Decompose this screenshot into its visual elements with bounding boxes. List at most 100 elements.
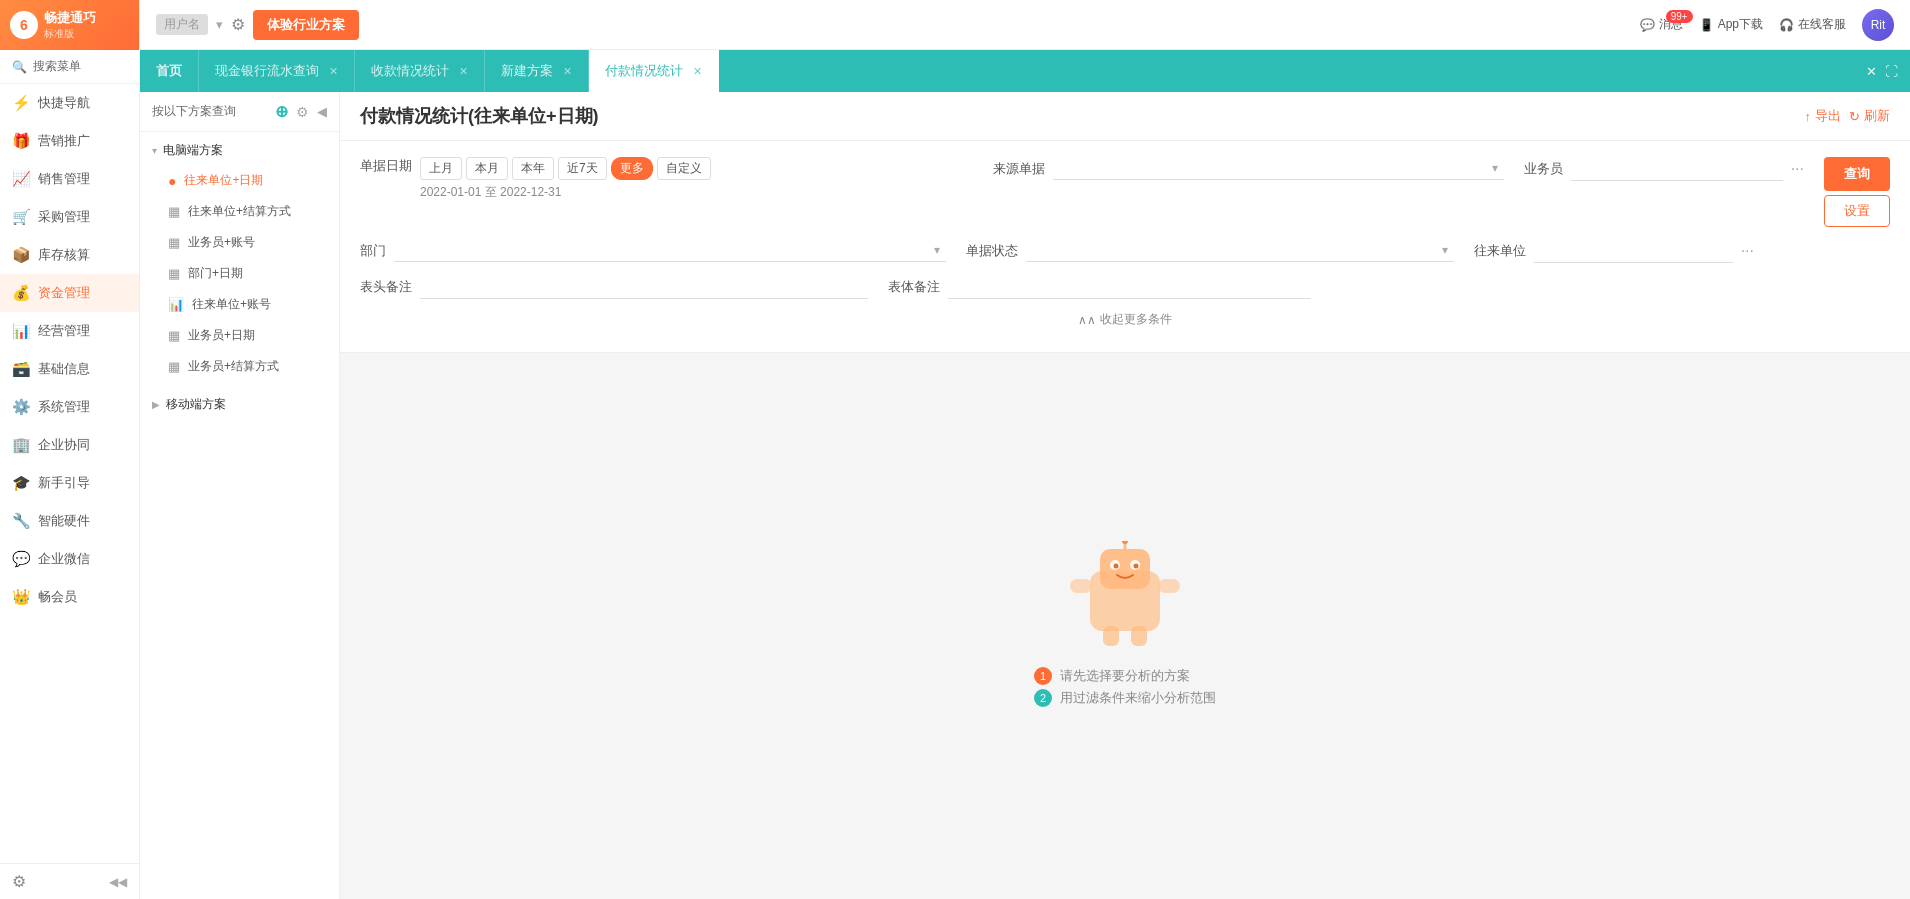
tab-payment-stats-close[interactable]: ✕ — [693, 65, 702, 78]
staff-input[interactable] — [1571, 157, 1783, 181]
tab-close-all-icon[interactable]: ✕ — [1866, 64, 1877, 79]
tab-bank-flow-close[interactable]: ✕ — [329, 65, 338, 78]
app-download-area[interactable]: 📱 App下载 — [1699, 16, 1763, 33]
topbar-dropdown-icon[interactable]: ▾ — [216, 17, 223, 32]
tab-payment-stats-label: 付款情况统计 — [605, 62, 683, 80]
guide-icon: 🎓 — [12, 474, 30, 492]
schema-item-staff-account[interactable]: ▦ 业务员+账号 — [140, 227, 339, 258]
schema-item-unit-account[interactable]: 📊 往来单位+账号 — [140, 289, 339, 320]
left-panel-title: 按以下方案查询 — [152, 103, 236, 120]
refresh-btn[interactable]: ↻ 刷新 — [1849, 107, 1890, 125]
sidebar-item-label: 企业协同 — [38, 436, 90, 454]
tab-receipt-stats-close[interactable]: ✕ — [459, 65, 468, 78]
header-note-input[interactable] — [420, 275, 868, 299]
schema-item-label: 部门+日期 — [188, 265, 243, 282]
schema-settings-icon[interactable]: ⚙ — [296, 104, 309, 120]
trial-btn[interactable]: 体验行业方案 — [253, 10, 359, 40]
tab-expand-icon[interactable]: ⛶ — [1885, 64, 1898, 79]
schema-item-staff-settle[interactable]: ▦ 业务员+结算方式 — [140, 351, 339, 382]
wechat-icon: 💬 — [12, 550, 30, 568]
quick-nav-icon: ⚡ — [12, 94, 30, 112]
sidebar-item-label: 库存核算 — [38, 246, 90, 264]
date-options: 上月 本月 本年 近7天 更多 自定义 2022-01-01 至 2022-12… — [420, 157, 711, 201]
tab-new-schema-close[interactable]: ✕ — [563, 65, 572, 78]
search-menu[interactable]: 🔍 搜索菜单 — [0, 50, 139, 84]
sidebar-item-hardware[interactable]: 🔧 智能硬件 — [0, 502, 139, 540]
topbar-gear-icon[interactable]: ⚙ — [231, 15, 245, 34]
sidebar-item-basic[interactable]: 🗃️ 基础信息 — [0, 350, 139, 388]
messages-area[interactable]: 💬 消息 99+ — [1640, 16, 1683, 33]
dept-select[interactable]: ▾ — [394, 239, 946, 262]
sidebar-item-quick-nav[interactable]: ⚡ 快捷导航 — [0, 84, 139, 122]
sidebar-item-system[interactable]: ⚙️ 系统管理 — [0, 388, 139, 426]
tab-new-schema-label: 新建方案 — [501, 62, 553, 80]
tab-payment-stats[interactable]: 付款情况统计 ✕ — [589, 50, 719, 92]
staff-dots-btn[interactable]: ··· — [1791, 160, 1804, 178]
panel-collapse-icon[interactable]: ◀ — [317, 104, 327, 119]
source-label: 来源单据 — [993, 160, 1045, 178]
body-note-input[interactable] — [948, 275, 1311, 299]
sidebar-item-label: 新手引导 — [38, 474, 90, 492]
sidebar-item-member[interactable]: 👑 畅会员 — [0, 578, 139, 616]
sidebar-item-sales[interactable]: 📈 销售管理 — [0, 160, 139, 198]
online-service-area[interactable]: 🎧 在线客服 — [1779, 16, 1846, 33]
app-download-icon: 📱 — [1699, 18, 1714, 32]
sidebar-item-guide[interactable]: 🎓 新手引导 — [0, 464, 139, 502]
tab-bank-flow[interactable]: 现金银行流水查询 ✕ — [199, 50, 355, 92]
settings-btn[interactable]: 设置 — [1824, 195, 1890, 227]
sidebar-nav: ⚡ 快捷导航 🎁 营销推广 📈 销售管理 🛒 采购管理 📦 库存核算 💰 资金管… — [0, 84, 139, 863]
user-area: 用户名 — [156, 14, 208, 35]
footer-settings-icon[interactable]: ⚙ — [12, 872, 26, 891]
schema-item-unit-date[interactable]: ● 往来单位+日期 — [140, 165, 339, 196]
date-btn-last-7days[interactable]: 近7天 — [558, 157, 607, 180]
counterpart-input[interactable] — [1534, 239, 1733, 263]
sidebar-item-inventory[interactable]: 📦 库存核算 — [0, 236, 139, 274]
counterpart-label: 往来单位 — [1474, 242, 1526, 260]
date-btn-last-month[interactable]: 上月 — [420, 157, 462, 180]
sidebar-item-wechat[interactable]: 💬 企业微信 — [0, 540, 139, 578]
sidebar-item-enterprise[interactable]: 🏢 企业协同 — [0, 426, 139, 464]
export-icon: ↑ — [1805, 109, 1812, 124]
sidebar-item-purchase[interactable]: 🛒 采购管理 — [0, 198, 139, 236]
hint-item-1: 1 请先选择要分析的方案 — [1034, 667, 1216, 685]
docstatus-select[interactable]: ▾ — [1026, 239, 1454, 262]
mobile-group-title[interactable]: ▶ 移动端方案 — [140, 390, 339, 419]
mobile-group-arrow: ▶ — [152, 399, 160, 410]
sidebar-item-label: 系统管理 — [38, 398, 90, 416]
date-btn-custom[interactable]: 自定义 — [657, 157, 711, 180]
footer-collapse-icon[interactable]: ◀◀ — [109, 875, 127, 889]
source-select[interactable]: ▾ — [1053, 157, 1504, 180]
collapse-more-btn[interactable]: ∧∧ 收起更多条件 — [360, 303, 1890, 336]
action-btns: 查询 设置 — [1824, 157, 1890, 227]
date-btn-this-month[interactable]: 本月 — [466, 157, 508, 180]
left-panel-actions: ⊕ ⚙ ◀ — [275, 102, 327, 121]
schema-item-label: 业务员+日期 — [188, 327, 255, 344]
source-arrow-icon: ▾ — [1492, 161, 1498, 175]
filter-row-2: 部门 ▾ 单据状态 ▾ 往来单位 — [360, 239, 1890, 263]
query-btn[interactable]: 查询 — [1824, 157, 1890, 191]
date-btn-more[interactable]: 更多 — [611, 157, 653, 180]
schema-item-staff-date[interactable]: ▦ 业务员+日期 — [140, 320, 339, 351]
date-btn-this-year[interactable]: 本年 — [512, 157, 554, 180]
app-name: 畅捷通巧 — [44, 9, 96, 27]
robot-svg — [1065, 541, 1185, 651]
sidebar-item-operation[interactable]: 📊 经营管理 — [0, 312, 139, 350]
sidebar-item-marketing[interactable]: 🎁 营销推广 — [0, 122, 139, 160]
refresh-icon: ↻ — [1849, 109, 1860, 124]
pc-group-title[interactable]: ▾ 电脑端方案 — [140, 136, 339, 165]
sidebar-item-finance[interactable]: 💰 资金管理 — [0, 274, 139, 312]
counterpart-dots-btn[interactable]: ··· — [1741, 242, 1754, 260]
date-range: 2022-01-01 至 2022-12-31 — [420, 184, 711, 201]
export-label: 导出 — [1815, 107, 1841, 125]
svg-point-5 — [1134, 564, 1139, 569]
schema-item-unit-settle[interactable]: ▦ 往来单位+结算方式 — [140, 196, 339, 227]
tab-receipt-stats[interactable]: 收款情况统计 ✕ — [355, 50, 485, 92]
tab-new-schema[interactable]: 新建方案 ✕ — [485, 50, 589, 92]
add-schema-icon[interactable]: ⊕ — [275, 102, 288, 121]
schema-item-dept-date[interactable]: ▦ 部门+日期 — [140, 258, 339, 289]
tab-home[interactable]: 首页 — [140, 50, 199, 92]
messages-badge: 99+ — [1666, 10, 1693, 23]
export-btn[interactable]: ↑ 导出 — [1805, 107, 1842, 125]
sidebar: 6 畅捷通巧 标准版 🔍 搜索菜单 ⚡ 快捷导航 🎁 营销推广 📈 销售管理 🛒… — [0, 0, 140, 899]
user-avatar[interactable]: Rit — [1862, 9, 1894, 41]
